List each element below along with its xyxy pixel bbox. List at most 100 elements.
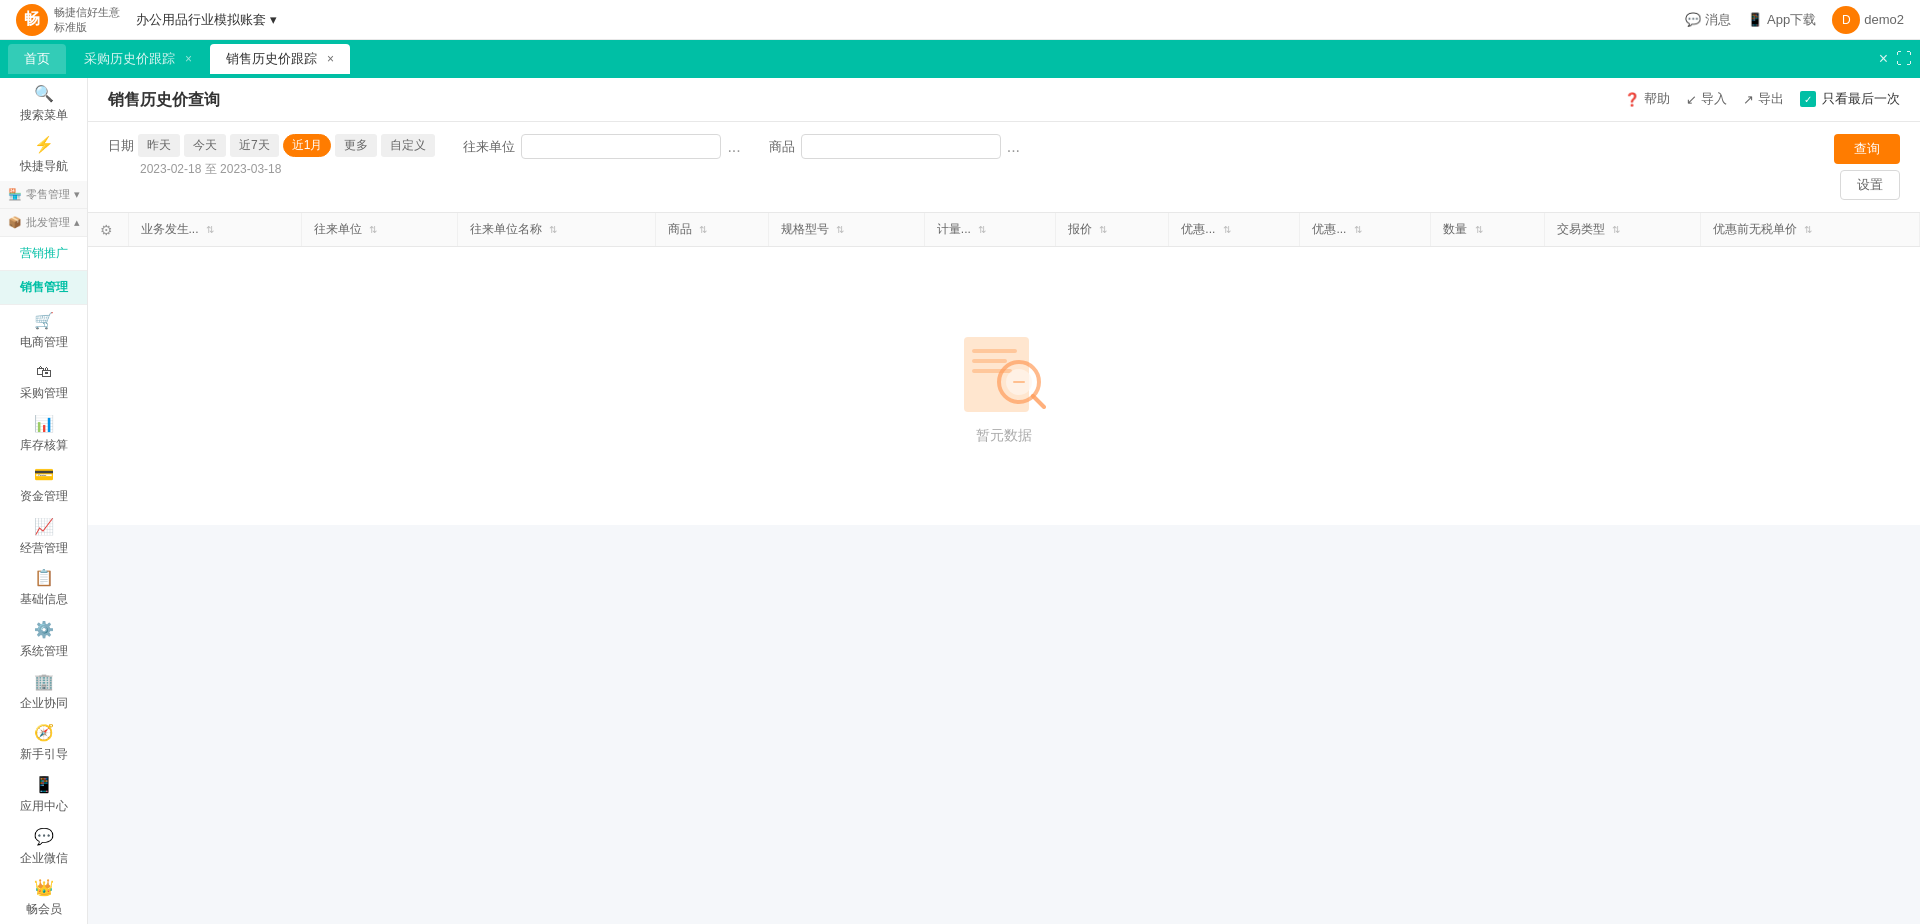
sidebar-item-wholesale[interactable]: 📦 批发管理 ▴ (0, 209, 87, 237)
guide-icon: 🧭 (34, 723, 54, 742)
page-header: 销售历史价查询 ❓ 帮助 ↙ 导入 ↗ 导出 ✓ 只看最后一次 (88, 78, 1920, 122)
th-quoted-price[interactable]: 报价 ⇅ (1055, 213, 1168, 247)
sort-icon-discount1: ⇅ (1223, 224, 1231, 235)
goods-label: 商品 (769, 138, 795, 156)
settings-gear-icon[interactable]: ⚙ (100, 222, 113, 238)
th-pretax-price[interactable]: 优惠前无税单价 ⇅ (1700, 213, 1919, 247)
top-bar: 畅 畅捷信好生意 标准版 办公用品行业模拟账套 ▾ 💬 消息 📱 App下载 D… (0, 0, 1920, 40)
avatar: D (1832, 6, 1860, 34)
messages-button[interactable]: 💬 消息 (1685, 11, 1731, 29)
close-tab-action[interactable]: × (1879, 50, 1888, 68)
chevron-down-icon: ▾ (74, 188, 80, 201)
date-btn-1month[interactable]: 近1月 (283, 134, 332, 157)
ecommerce-icon: 🛒 (34, 311, 54, 330)
sort-icon-unit: ⇅ (978, 224, 986, 235)
svg-rect-3 (972, 369, 1012, 373)
goods-input[interactable] (801, 134, 1001, 159)
empty-state-icon (944, 327, 1064, 427)
chevron-up-icon: ▴ (74, 216, 80, 229)
th-discount2[interactable]: 优惠... ⇅ (1300, 213, 1431, 247)
shortcut-icon: ⚡ (34, 135, 54, 154)
th-business-date[interactable]: 业务发生... ⇅ (128, 213, 301, 247)
filter-area: 日期 昨天 今天 近7天 近1月 更多 自定义 2023-02-18 至 202… (88, 122, 1920, 213)
date-btn-7days[interactable]: 近7天 (230, 134, 279, 157)
search-icon: 🔍 (34, 84, 54, 103)
tab-sales-history-close[interactable]: × (327, 52, 334, 66)
sidebar-item-purchase[interactable]: 🛍 采购管理 (0, 357, 87, 408)
sidebar-item-apps[interactable]: 📱 应用中心 (0, 769, 87, 821)
tab-home-label: 首页 (24, 50, 50, 68)
operation-icon: 📈 (34, 517, 54, 536)
th-settings: ⚙ (88, 213, 128, 247)
tab-purchase-history-close[interactable]: × (185, 52, 192, 66)
app-selector[interactable]: 办公用品行业模拟账套 ▾ (128, 7, 285, 33)
help-button[interactable]: ❓ 帮助 (1624, 90, 1670, 108)
member-icon: 👑 (34, 878, 54, 897)
sidebar-item-operation[interactable]: 📈 经营管理 (0, 511, 87, 563)
date-range: 2023-02-18 至 2023-03-18 (108, 161, 435, 178)
sidebar: 🔍 搜索菜单 ⚡ 快捷导航 🏪 零售管理 ▾ 📦 批发管理 ▴ 营销推广 销售管… (0, 78, 88, 924)
sidebar-item-ecommerce[interactable]: 🛒 电商管理 (0, 305, 87, 357)
basic-icon: 📋 (34, 568, 54, 587)
apps-icon: 📱 (34, 775, 54, 794)
app-download-button[interactable]: 📱 App下载 (1747, 11, 1816, 29)
finance-icon: 💳 (34, 465, 54, 484)
sort-icon-partner-name: ⇅ (549, 224, 557, 235)
svg-rect-1 (972, 349, 1017, 353)
maximize-action[interactable]: ⛶ (1896, 50, 1912, 68)
message-icon: 💬 (1685, 12, 1701, 27)
customer-label: 往来单位 (463, 138, 515, 156)
purchase-icon: 🛍 (36, 363, 52, 381)
th-trade-type[interactable]: 交易类型 ⇅ (1544, 213, 1700, 247)
sidebar-item-system[interactable]: ⚙️ 系统管理 (0, 614, 87, 666)
date-btn-yesterday[interactable]: 昨天 (138, 134, 180, 157)
sort-icon-pretax-price: ⇅ (1804, 224, 1812, 235)
sort-icon-spec: ⇅ (836, 224, 844, 235)
setting-button[interactable]: 设置 (1840, 170, 1900, 200)
logo-text: 畅捷信好生意 标准版 (54, 5, 120, 34)
sidebar-item-member[interactable]: 👑 畅会员 (0, 872, 87, 924)
query-button[interactable]: 查询 (1834, 134, 1900, 164)
goods-dots-button[interactable]: ... (1007, 138, 1020, 156)
sidebar-item-enterprise[interactable]: 🏢 企业协同 (0, 666, 87, 718)
empty-text: 暂元数据 (976, 427, 1032, 445)
export-icon: ↗ (1743, 92, 1754, 107)
sidebar-item-finance[interactable]: 💳 资金管理 (0, 459, 87, 511)
sidebar-item-search[interactable]: 🔍 搜索菜单 (0, 78, 87, 130)
date-btn-custom[interactable]: 自定义 (381, 134, 435, 157)
sort-icon-quantity: ⇅ (1475, 224, 1483, 235)
sidebar-item-shortcut[interactable]: ⚡ 快捷导航 (0, 130, 87, 182)
user-profile[interactable]: D demo2 (1832, 6, 1904, 34)
th-goods[interactable]: 商品 ⇅ (655, 213, 768, 247)
import-button[interactable]: ↙ 导入 (1686, 90, 1727, 108)
sidebar-item-basic[interactable]: 📋 基础信息 (0, 563, 87, 615)
tab-purchase-history[interactable]: 采购历史价跟踪 × (68, 44, 208, 74)
date-btn-more[interactable]: 更多 (335, 134, 377, 157)
download-icon: 📱 (1747, 12, 1763, 27)
th-discount1[interactable]: 优惠... ⇅ (1169, 213, 1300, 247)
export-button[interactable]: ↗ 导出 (1743, 90, 1784, 108)
date-btn-today[interactable]: 今天 (184, 134, 226, 157)
th-unit[interactable]: 计量... ⇅ (924, 213, 1055, 247)
retail-icon: 🏪 (8, 188, 22, 201)
only-last-checkbox[interactable]: ✓ 只看最后一次 (1800, 90, 1900, 108)
sidebar-item-wechat[interactable]: 💬 企业微信 (0, 821, 87, 873)
th-spec[interactable]: 规格型号 ⇅ (769, 213, 925, 247)
th-quantity[interactable]: 数量 ⇅ (1431, 213, 1544, 247)
th-partner-name[interactable]: 往来单位名称 ⇅ (457, 213, 655, 247)
sidebar-item-guide[interactable]: 🧭 新手引导 (0, 717, 87, 769)
system-icon: ⚙️ (34, 620, 54, 639)
sidebar-item-inventory[interactable]: 📊 库存核算 (0, 408, 87, 460)
tab-sales-history[interactable]: 销售历史价跟踪 × (210, 44, 350, 74)
customer-dots-button[interactable]: ... (727, 138, 740, 156)
tab-home[interactable]: 首页 (8, 44, 66, 74)
sidebar-item-retail[interactable]: 🏪 零售管理 ▾ (0, 181, 87, 209)
customer-input[interactable] (521, 134, 721, 159)
checkbox-icon: ✓ (1800, 91, 1816, 107)
th-partner-code[interactable]: 往来单位 ⇅ (301, 213, 457, 247)
sidebar-item-sales[interactable]: 销售管理 (0, 271, 87, 305)
sort-icon-trade-type: ⇅ (1612, 224, 1620, 235)
svg-rect-2 (972, 359, 1007, 363)
sidebar-item-marketing[interactable]: 营销推广 (0, 237, 87, 271)
sort-icon-goods: ⇅ (699, 224, 707, 235)
